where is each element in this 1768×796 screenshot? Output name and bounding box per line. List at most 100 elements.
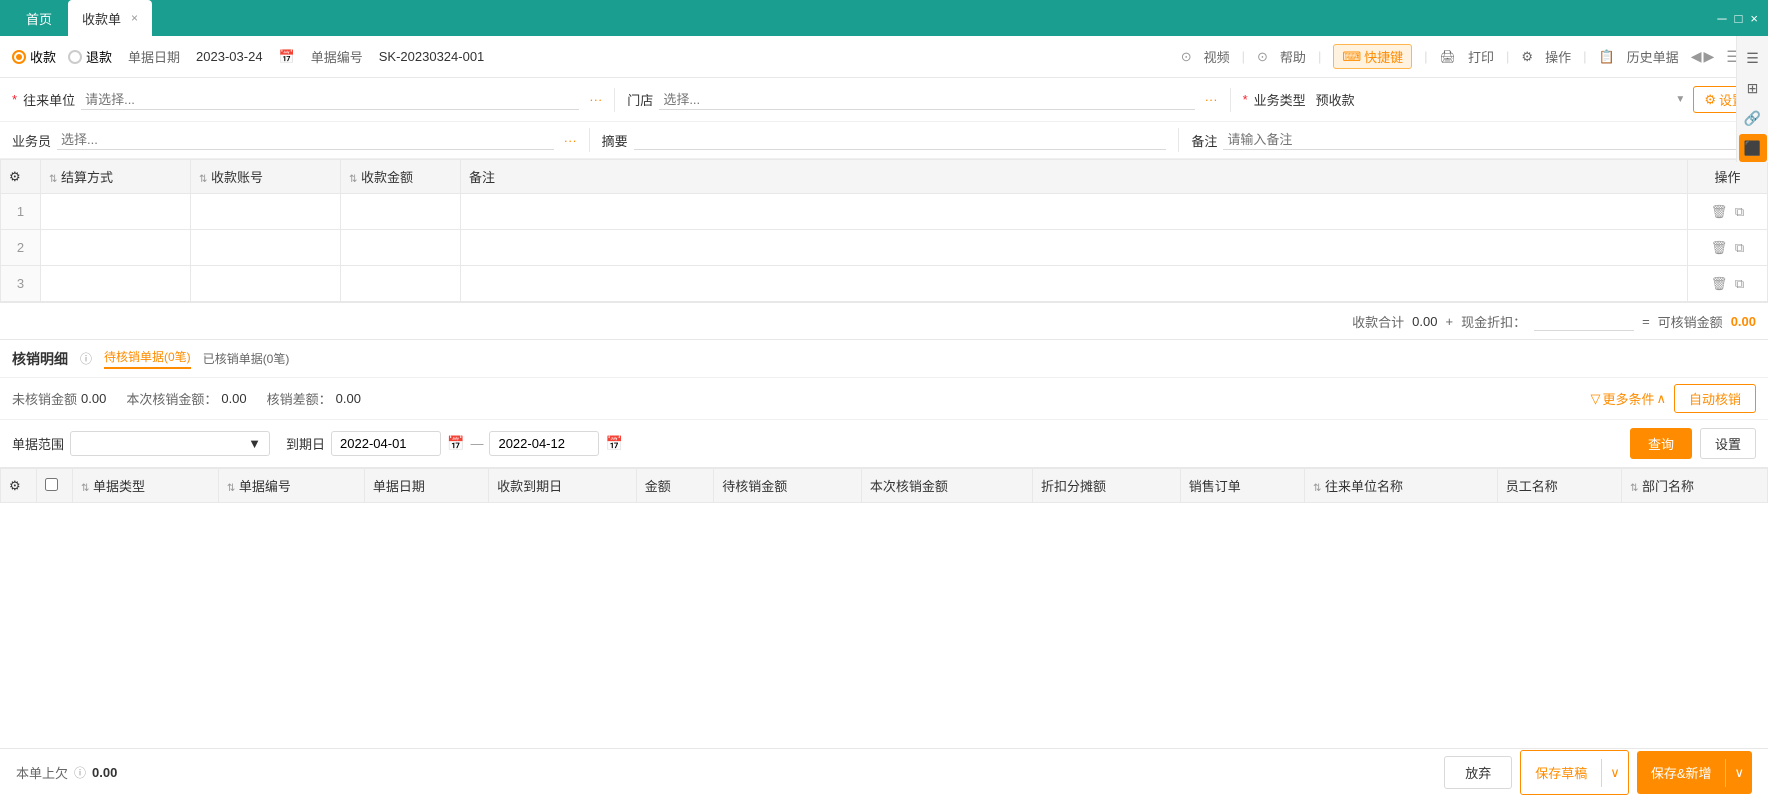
- print-icon[interactable]: 🖨: [1440, 49, 1457, 65]
- party-ellipsis-btn[interactable]: ···: [589, 92, 602, 107]
- biz-type-label: 业务类型: [1254, 90, 1306, 109]
- save-draft-btn[interactable]: 保存草稿 ∨: [1520, 750, 1629, 795]
- save-new-label: 保存&新增: [1637, 757, 1726, 788]
- bt-col-settings[interactable]: ⚙: [1, 469, 37, 503]
- save-draft-arrow-icon[interactable]: ∨: [1601, 759, 1628, 787]
- query-btn[interactable]: 查询: [1630, 428, 1692, 459]
- window-maximize-icon[interactable]: □: [1735, 11, 1743, 26]
- party-field: * 往来单位 ···: [12, 90, 602, 110]
- row-2-remark[interactable]: [461, 230, 1688, 266]
- help-btn[interactable]: 帮助: [1280, 47, 1306, 66]
- toolbar-row: 收款 退款 单据日期 2023-03-24 📅 单据编号 SK-20230324…: [0, 36, 1768, 78]
- row-2-settlement[interactable]: [41, 230, 191, 266]
- calendar-icon[interactable]: 📅: [279, 49, 295, 65]
- save-new-arrow-icon[interactable]: ∨: [1725, 759, 1752, 787]
- toolbar-divider5: |: [1583, 49, 1586, 64]
- row-3-remark[interactable]: [461, 266, 1688, 302]
- date-filter: 到期日 📅 — 📅: [286, 431, 623, 456]
- amount-header: 收款金额: [361, 170, 413, 185]
- form-row-2: 业务员 ··· 摘要 备注: [0, 122, 1768, 159]
- rp-table-icon[interactable]: ☰: [1739, 44, 1767, 72]
- row-1-settlement[interactable]: [41, 194, 191, 230]
- date-from-input[interactable]: [331, 431, 441, 456]
- main-content-area: 收款 退款 单据日期 2023-03-24 📅 单据编号 SK-20230324…: [0, 36, 1768, 796]
- row-3-amount[interactable]: [341, 266, 461, 302]
- radio-refund[interactable]: 退款: [68, 47, 112, 66]
- ops-icon[interactable]: ⚙: [1521, 49, 1533, 65]
- window-minimize-icon[interactable]: ─: [1717, 11, 1726, 26]
- discard-btn[interactable]: 放弃: [1444, 756, 1512, 789]
- print-label[interactable]: 打印: [1468, 47, 1494, 66]
- staff-ellipsis-btn[interactable]: ···: [564, 133, 577, 148]
- remark-input[interactable]: [1223, 130, 1756, 150]
- shop-field: 门店 ···: [627, 90, 1217, 110]
- row-1-remark[interactable]: [461, 194, 1688, 230]
- radio-receipt-dot: [12, 50, 26, 64]
- radio-receipt[interactable]: 收款: [12, 47, 56, 66]
- total-label: 收款合计: [1352, 312, 1404, 331]
- staff-label: 业务员: [12, 131, 51, 150]
- calendar-from-icon[interactable]: 📅: [447, 435, 464, 452]
- row-3-delete-icon[interactable]: 🗑: [1711, 276, 1728, 291]
- row-1-copy-icon[interactable]: ⧉: [1735, 204, 1744, 219]
- bt-col-dept: ⇅ 部门名称: [1622, 469, 1768, 503]
- staff-input[interactable]: [57, 130, 554, 150]
- discount-label: 现金折扣：: [1461, 312, 1526, 331]
- row-3-settlement[interactable]: [41, 266, 191, 302]
- row-1-account[interactable]: [191, 194, 341, 230]
- more-conditions-btn[interactable]: ▽ 更多条件 ∧: [1590, 389, 1666, 408]
- nav-tab-home[interactable]: 首页: [10, 0, 68, 36]
- diff-stat: 核销差额： 0.00: [267, 389, 361, 408]
- toolbar-right-actions: ⊙ 视频 | ⊙ 帮助 | ⌨ 快捷键 | 🖨 打印 | ⚙ 操作 | 📋 历史…: [1181, 44, 1756, 69]
- history-icon[interactable]: 📋: [1598, 49, 1614, 65]
- row-1-delete-icon[interactable]: 🗑: [1711, 204, 1728, 219]
- row-3-account[interactable]: [191, 266, 341, 302]
- filter-settings-btn[interactable]: 设置: [1700, 428, 1756, 459]
- equals-sign: =: [1642, 314, 1650, 329]
- row-1-amount[interactable]: [341, 194, 461, 230]
- summary-input[interactable]: [634, 130, 1167, 150]
- divider2: [1230, 88, 1231, 112]
- table-col-settings[interactable]: ⚙: [1, 160, 41, 194]
- table-col-ops: 操作: [1688, 160, 1768, 194]
- rp-link-icon[interactable]: 🔗: [1739, 104, 1767, 132]
- writeoff-info-icon[interactable]: ⓘ: [80, 350, 92, 367]
- nav-tab-receipt[interactable]: 收款单 ×: [68, 0, 152, 36]
- pending-tab[interactable]: 待核销单据(0笔): [104, 348, 191, 369]
- shop-ellipsis-btn[interactable]: ···: [1205, 92, 1218, 107]
- rp-capture-icon[interactable]: ⬛: [1739, 134, 1767, 162]
- date-to-input[interactable]: [489, 431, 599, 456]
- calendar-to-icon[interactable]: 📅: [605, 435, 622, 452]
- video-btn[interactable]: 视频: [1204, 47, 1230, 66]
- row-2-copy-icon[interactable]: ⧉: [1735, 240, 1744, 255]
- bt-col-due-date: 收款到期日: [489, 469, 637, 503]
- rp-grid-icon[interactable]: ⊞: [1739, 74, 1767, 102]
- nav-next-icon[interactable]: ▶: [1703, 48, 1714, 65]
- bottom-info-icon[interactable]: ⓘ: [74, 764, 86, 781]
- save-new-btn[interactable]: 保存&新增 ∨: [1637, 751, 1752, 794]
- row-2-delete-icon[interactable]: 🗑: [1711, 240, 1728, 255]
- bt-col-sales-order: 销售订单: [1180, 469, 1304, 503]
- row-2-amount[interactable]: [341, 230, 461, 266]
- range-select[interactable]: ▼: [70, 431, 270, 456]
- nav-prev-icon[interactable]: ◀: [1691, 48, 1702, 65]
- discount-input[interactable]: [1534, 311, 1634, 331]
- done-tab[interactable]: 已核销单据(0笔): [203, 350, 290, 367]
- toolbar-divider1: |: [1242, 49, 1245, 64]
- bt-col-checkbox[interactable]: [37, 469, 73, 503]
- bt-select-all[interactable]: [45, 478, 58, 491]
- writeoff-stats-row: 未核销金额 0.00 本次核销金额： 0.00 核销差额： 0.00 ▽ 更多条…: [0, 378, 1768, 420]
- row-2-account[interactable]: [191, 230, 341, 266]
- shop-label: 门店: [627, 90, 653, 109]
- shortcut-btn[interactable]: ⌨ 快捷键: [1333, 44, 1412, 69]
- biz-type-dropdown-icon[interactable]: ▼: [1675, 94, 1685, 105]
- party-input[interactable]: [81, 90, 579, 110]
- shop-input[interactable]: [659, 90, 1194, 110]
- nav-tab-close-icon[interactable]: ×: [131, 11, 138, 25]
- row-3-copy-icon[interactable]: ⧉: [1735, 276, 1744, 291]
- window-close-icon[interactable]: ×: [1750, 11, 1758, 26]
- ops-label[interactable]: 操作: [1545, 47, 1571, 66]
- writeoff-table-area: ⚙ ⇅ 单据类型 ⇅ 单据编号 单据日期: [0, 468, 1768, 796]
- auto-offset-btn[interactable]: 自动核销: [1674, 384, 1756, 413]
- history-label[interactable]: 历史单据: [1627, 47, 1679, 66]
